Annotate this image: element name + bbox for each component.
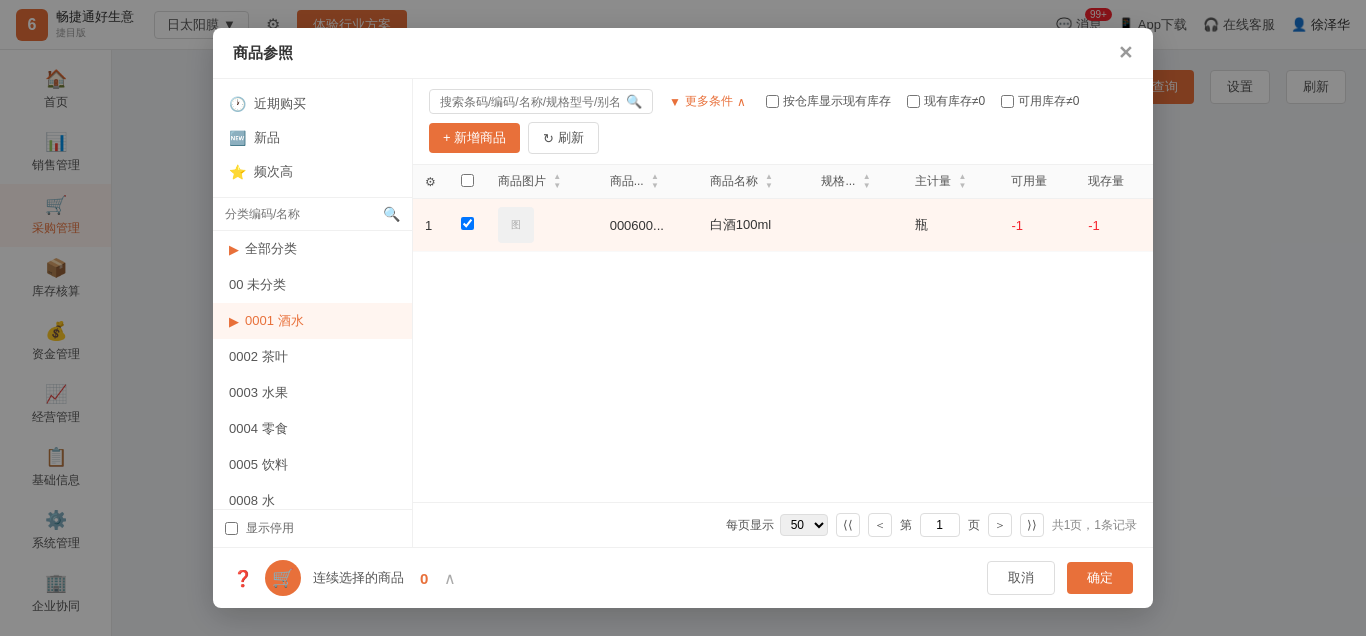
- row-checkbox[interactable]: [449, 199, 486, 252]
- clock-icon: 🕐: [229, 96, 246, 112]
- modal-body: 🕐 近期购买 🆕 新品 ⭐ 频次高 🔍: [213, 79, 1153, 547]
- modal-close-button[interactable]: ✕: [1118, 42, 1133, 64]
- search-toolbar: 🔍 ▼ 更多条件 ∧ 按仓库显示现有库存 现: [413, 79, 1153, 165]
- chevron-up-icon: ∧: [737, 95, 746, 109]
- collapse-footer-icon[interactable]: ∧: [444, 569, 456, 588]
- warehouse-stock-checkbox[interactable]: [766, 95, 779, 108]
- available-stock-checkbox[interactable]: [1001, 95, 1014, 108]
- row-stock: -1: [1076, 199, 1153, 252]
- show-disabled-area: 显示停用: [213, 509, 412, 547]
- tab-high-frequency[interactable]: ⭐ 频次高: [213, 155, 412, 189]
- new-icon: 🆕: [229, 130, 246, 146]
- modal-backdrop: 商品参照 ✕ 🕐 近期购买 🆕 新品 ⭐: [0, 0, 1366, 636]
- star-icon: ⭐: [229, 164, 246, 180]
- pagination: 每页显示 50 ⟨⟨ ＜ 第 页 ＞ ⟩⟩ 共1页，1条记录: [413, 502, 1153, 547]
- row-code: 000600...: [598, 199, 698, 252]
- col-settings[interactable]: ⚙: [413, 165, 449, 199]
- modal-header: 商品参照 ✕: [213, 28, 1153, 79]
- row-select-checkbox[interactable]: [461, 217, 474, 230]
- col-checkbox[interactable]: [449, 165, 486, 199]
- category-search-input[interactable]: [225, 207, 377, 221]
- per-page-select[interactable]: 50: [780, 514, 828, 536]
- cat-item-snacks[interactable]: 0004 零食: [213, 411, 412, 447]
- cat-item-tea[interactable]: 0002 茶叶: [213, 339, 412, 375]
- col-name[interactable]: 商品名称 ▲▼: [698, 165, 810, 199]
- category-list: ▶ 全部分类 00 未分类 ▶ 0001 酒水 0002 茶叶 0003 水果: [213, 231, 412, 509]
- page-next-button[interactable]: ＞: [988, 513, 1012, 537]
- cat-item-water[interactable]: 0008 水: [213, 483, 412, 509]
- refresh-icon: ↻: [543, 131, 554, 146]
- refresh-product-button[interactable]: ↻ 刷新: [528, 122, 599, 154]
- category-search-icon[interactable]: 🔍: [383, 206, 400, 222]
- row-name: 白酒100ml: [698, 199, 810, 252]
- per-page-selector: 每页显示 50: [726, 514, 828, 536]
- row-available: -1: [999, 199, 1076, 252]
- selected-count: 0: [420, 570, 428, 587]
- search-icon[interactable]: 🔍: [626, 94, 642, 109]
- page-first-button[interactable]: ⟨⟨: [836, 513, 860, 537]
- product-table: ⚙ 商品图片 ▲▼ 商品... ▲▼: [413, 165, 1153, 252]
- cart-label: 连续选择的商品: [313, 569, 404, 587]
- col-unit[interactable]: 主计量 ▲▼: [903, 165, 999, 199]
- right-panel: 🔍 ▼ 更多条件 ∧ 按仓库显示现有库存 现: [413, 79, 1153, 547]
- col-available[interactable]: 可用量: [999, 165, 1076, 199]
- tab-new-products[interactable]: 🆕 新品: [213, 121, 412, 155]
- check-existing-stock[interactable]: 现有库存≠0: [907, 93, 985, 110]
- more-filter-button[interactable]: ▼ 更多条件 ∧: [661, 89, 754, 114]
- quick-tabs: 🕐 近期购买 🆕 新品 ⭐ 频次高: [213, 79, 412, 198]
- filter-icon: ▼: [669, 95, 681, 109]
- product-search-input[interactable]: [440, 95, 620, 109]
- check-warehouse-stock[interactable]: 按仓库显示现有库存: [766, 93, 891, 110]
- page-info: 共1页，1条记录: [1052, 517, 1137, 534]
- product-image: 图: [498, 207, 534, 243]
- check-available-stock[interactable]: 可用库存≠0: [1001, 93, 1079, 110]
- table-body: 1 图 000600... 白酒100ml 瓶 -1 -1: [413, 199, 1153, 252]
- help-icon[interactable]: ❓: [233, 569, 253, 588]
- add-product-button[interactable]: + 新增商品: [429, 123, 520, 153]
- search-box: 🔍: [429, 89, 653, 114]
- row-unit: 瓶: [903, 199, 999, 252]
- filter-checkboxes: 按仓库显示现有库存 现有库存≠0 可用库存≠0: [766, 93, 1080, 110]
- table-head: ⚙ 商品图片 ▲▼ 商品... ▲▼: [413, 165, 1153, 199]
- row-no: 1: [413, 199, 449, 252]
- page-prev-button[interactable]: ＜: [868, 513, 892, 537]
- product-reference-modal: 商品参照 ✕ 🕐 近期购买 🆕 新品 ⭐: [213, 28, 1153, 608]
- cart-button[interactable]: 🛒: [265, 560, 301, 596]
- cat-item-drinks[interactable]: 0005 饮料: [213, 447, 412, 483]
- page-number-input[interactable]: [920, 513, 960, 537]
- confirm-button[interactable]: 确定: [1067, 562, 1133, 594]
- row-spec: [809, 199, 903, 252]
- expand-liquor-icon: ▶: [229, 314, 239, 329]
- table-row[interactable]: 1 图 000600... 白酒100ml 瓶 -1 -1: [413, 199, 1153, 252]
- expand-all-icon: ▶: [229, 242, 239, 257]
- cat-item-all[interactable]: ▶ 全部分类: [213, 231, 412, 267]
- category-search-area: 🔍: [213, 198, 412, 231]
- row-img: 图: [486, 199, 598, 252]
- col-code[interactable]: 商品... ▲▼: [598, 165, 698, 199]
- left-panel: 🕐 近期购买 🆕 新品 ⭐ 频次高 🔍: [213, 79, 413, 547]
- cat-item-liquor[interactable]: ▶ 0001 酒水: [213, 303, 412, 339]
- col-img[interactable]: 商品图片 ▲▼: [486, 165, 598, 199]
- cancel-button[interactable]: 取消: [987, 561, 1055, 595]
- page-last-button[interactable]: ⟩⟩: [1020, 513, 1044, 537]
- modal-footer: ❓ 🛒 连续选择的商品 0 ∧ 取消 确定: [213, 547, 1153, 608]
- show-disabled-checkbox[interactable]: [225, 522, 238, 535]
- tab-recent-purchase[interactable]: 🕐 近期购买: [213, 87, 412, 121]
- col-spec[interactable]: 规格... ▲▼: [809, 165, 903, 199]
- cat-item-fruit[interactable]: 0003 水果: [213, 375, 412, 411]
- select-all-checkbox[interactable]: [461, 174, 474, 187]
- cat-item-uncategorized[interactable]: 00 未分类: [213, 267, 412, 303]
- modal-title: 商品参照: [233, 44, 293, 63]
- product-table-container: ⚙ 商品图片 ▲▼ 商品... ▲▼: [413, 165, 1153, 502]
- col-stock[interactable]: 现存量: [1076, 165, 1153, 199]
- existing-stock-checkbox[interactable]: [907, 95, 920, 108]
